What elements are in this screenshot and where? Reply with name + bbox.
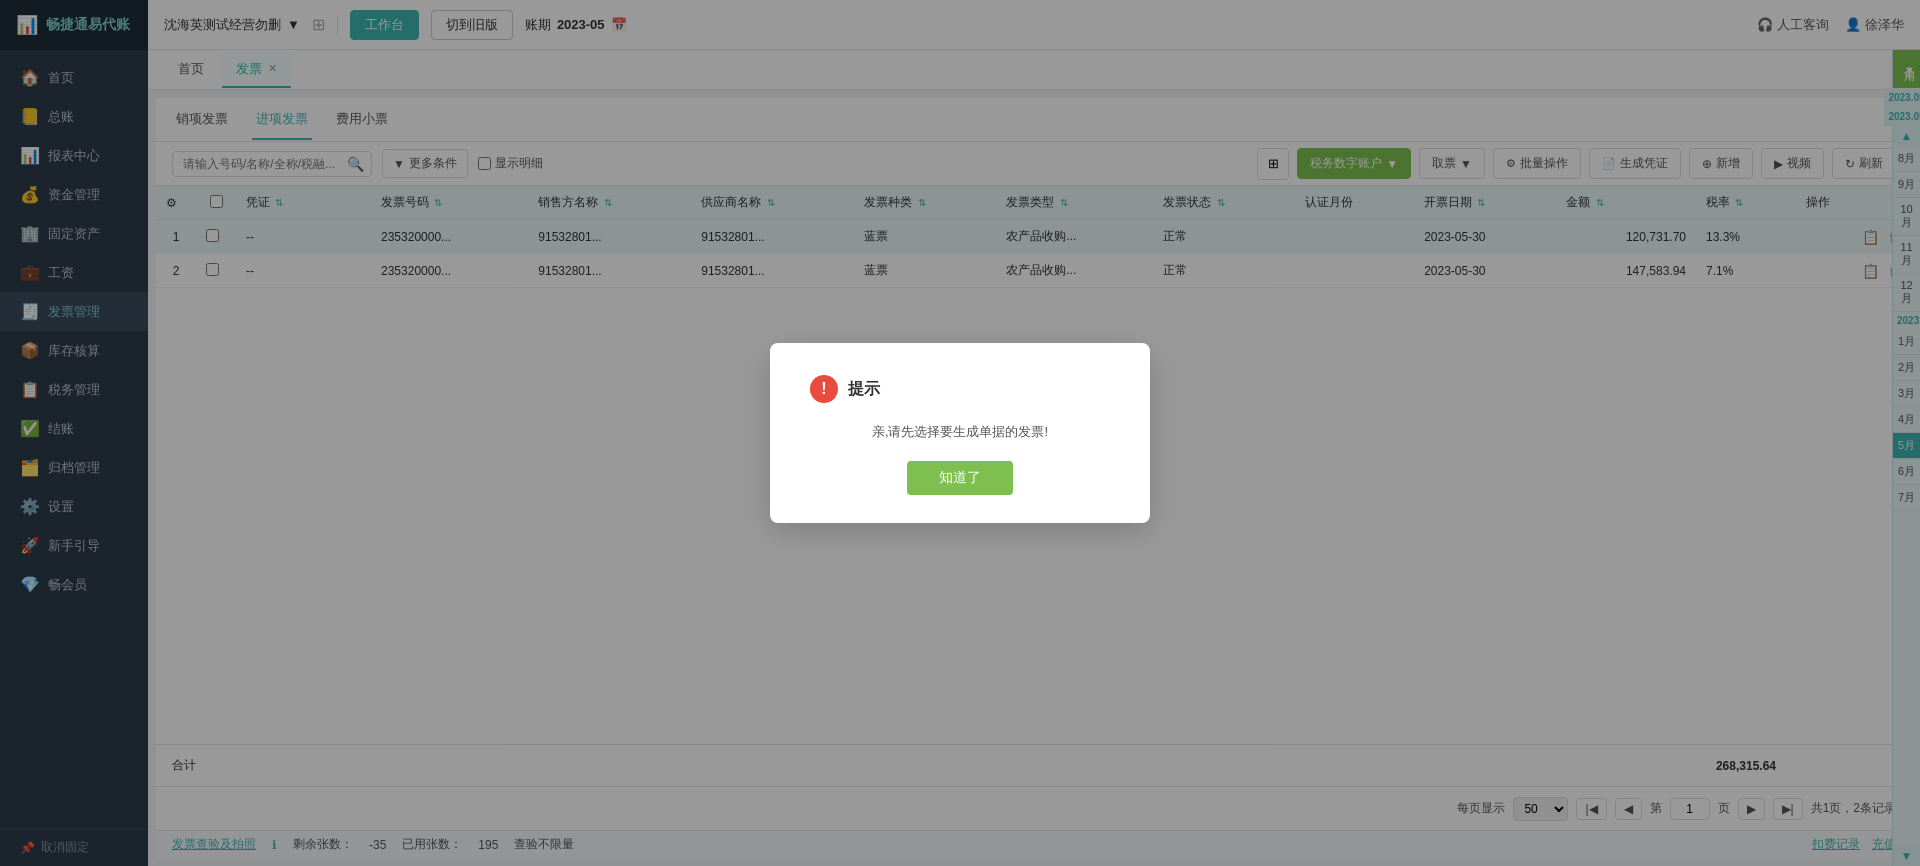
modal-body: 亲,请先选择要生成单据的发票! xyxy=(810,423,1110,441)
modal-footer: 知道了 xyxy=(810,461,1110,495)
modal-warn-icon: ! xyxy=(810,375,838,403)
modal-ok-button[interactable]: 知道了 xyxy=(907,461,1013,495)
modal-header: ! 提示 xyxy=(810,375,1110,403)
modal-box: ! 提示 亲,请先选择要生成单据的发票! 知道了 xyxy=(770,343,1150,523)
modal-overlay: ! 提示 亲,请先选择要生成单据的发票! 知道了 xyxy=(0,0,1920,866)
modal-title: 提示 xyxy=(848,379,880,400)
